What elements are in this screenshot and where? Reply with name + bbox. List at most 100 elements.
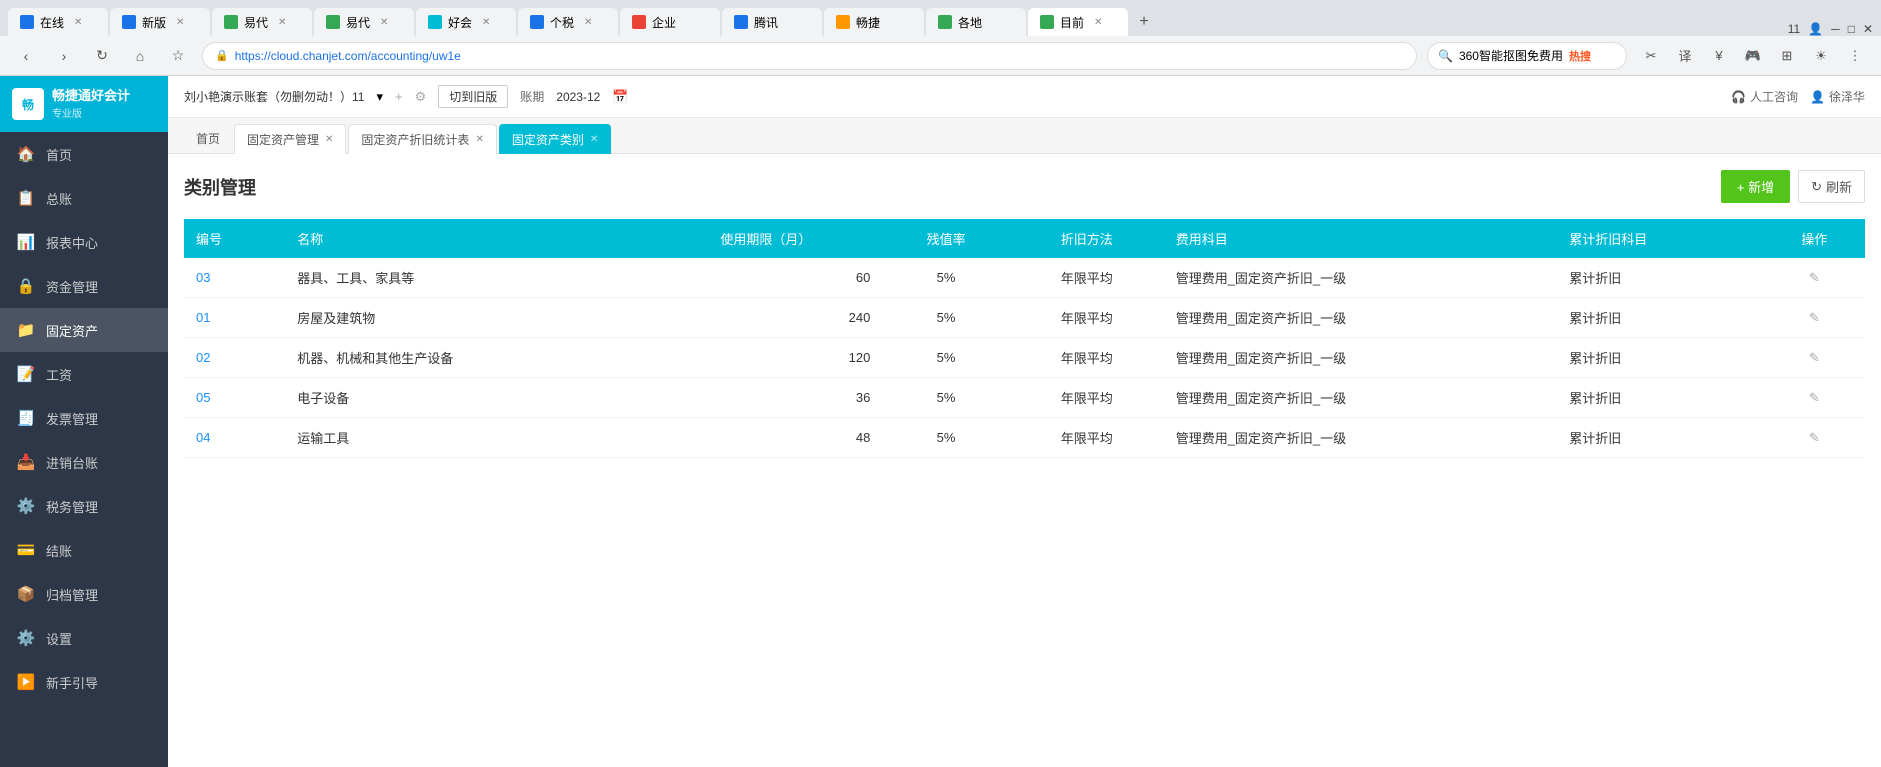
cell-code-4[interactable]: 04	[184, 418, 285, 458]
tab-close-3[interactable]: ✕	[278, 17, 286, 28]
new-tab-button[interactable]: +	[1130, 8, 1158, 36]
guide-icon: ▶️	[16, 672, 36, 692]
tab-fixed-category[interactable]: 固定资产类别 ✕	[499, 124, 611, 154]
cell-method-2: 年限平均	[1010, 338, 1164, 378]
sidebar-item-checkout[interactable]: 💳 结账	[0, 528, 168, 572]
sidebar-item-stock[interactable]: 📥 进销台账	[0, 440, 168, 484]
cell-accum-0: 累计折旧	[1557, 258, 1763, 298]
consult-button[interactable]: 🎧 人工咨询	[1731, 88, 1798, 105]
translate-icon[interactable]: 译	[1671, 42, 1699, 70]
profile-icon[interactable]: 👤	[1808, 22, 1823, 36]
scissors-icon[interactable]: ✂	[1637, 42, 1665, 70]
browser-tab-10[interactable]: 各地	[926, 8, 1026, 36]
sidebar-label-fund: 资金管理	[46, 277, 98, 296]
edit-icon-0[interactable]: ✎	[1809, 270, 1820, 285]
tab-close-5[interactable]: ✕	[482, 17, 490, 28]
reload-button[interactable]: ↻	[88, 42, 116, 70]
bookmark-button[interactable]: ☆	[164, 42, 192, 70]
tab-extra-controls: 11 👤 ─ □ ✕	[1788, 22, 1873, 36]
sidebar-item-fixed[interactable]: 📁 固定资产	[0, 308, 168, 352]
wallet-icon[interactable]: ¥	[1705, 42, 1733, 70]
cell-code-1[interactable]: 01	[184, 298, 285, 338]
refresh-label: 刷新	[1826, 177, 1852, 196]
cell-name-4: 运输工具	[285, 418, 649, 458]
main-content: 类别管理 + 新增 ↻ 刷新 编号 名称 使用期限（月） 残值率	[168, 154, 1881, 767]
tab-icon-4	[326, 15, 340, 29]
sidebar-item-home[interactable]: 🏠 首页	[0, 132, 168, 176]
cell-name-2: 机器、机械和其他生产设备	[285, 338, 649, 378]
switch-to-old-btn[interactable]: 切到旧版	[438, 85, 508, 108]
settings-gear-icon[interactable]: ⚙	[415, 89, 427, 105]
cell-action-4[interactable]: ✎	[1764, 418, 1865, 458]
user-profile-button[interactable]: 👤 徐泽华	[1810, 88, 1865, 105]
browser-tab-9[interactable]: 畅捷	[824, 8, 924, 36]
cell-code-0[interactable]: 03	[184, 258, 285, 298]
add-account-icon[interactable]: +	[395, 89, 403, 104]
sidebar-item-report[interactable]: 📊 报表中心	[0, 220, 168, 264]
cell-code-3[interactable]: 05	[184, 378, 285, 418]
browser-tab-1[interactable]: 在线 ✕	[8, 8, 108, 36]
browser-tab-7[interactable]: 企业	[620, 8, 720, 36]
tab-close-2[interactable]: ✕	[176, 17, 184, 28]
tab-close-fixed-category[interactable]: ✕	[590, 134, 598, 145]
tab-home[interactable]: 首页	[184, 124, 232, 154]
cell-action-0[interactable]: ✎	[1764, 258, 1865, 298]
game-icon[interactable]: 🎮	[1739, 42, 1767, 70]
browser-tab-11[interactable]: 目前 ✕	[1028, 8, 1128, 36]
sidebar-item-invoice[interactable]: 🧾 发票管理	[0, 396, 168, 440]
forward-button[interactable]: ›	[50, 42, 78, 70]
cell-action-2[interactable]: ✎	[1764, 338, 1865, 378]
cell-code-2[interactable]: 02	[184, 338, 285, 378]
browser-tab-4[interactable]: 易代 ✕	[314, 8, 414, 36]
settings-icon[interactable]: ⋮	[1841, 42, 1869, 70]
sidebar-logo: 畅	[12, 88, 44, 120]
header-dropdown-icon[interactable]: ▾	[376, 89, 383, 105]
browser-tab-2[interactable]: 新版 ✕	[110, 8, 210, 36]
browser-tab-5[interactable]: 好会 ✕	[416, 8, 516, 36]
edit-icon-3[interactable]: ✎	[1809, 390, 1820, 405]
calendar-icon[interactable]: 📅	[612, 89, 628, 105]
edit-icon-4[interactable]: ✎	[1809, 430, 1820, 445]
browser-tab-8[interactable]: 腾讯	[722, 8, 822, 36]
consult-label: 人工咨询	[1750, 88, 1798, 105]
home-button[interactable]: ⌂	[126, 42, 154, 70]
tab-icon-2	[122, 15, 136, 29]
period-label: 账期	[520, 88, 544, 105]
search-box[interactable]: 🔍 360智能抠图免费用 热搜	[1427, 42, 1627, 70]
tab-close-6[interactable]: ✕	[584, 17, 592, 28]
sidebar-item-guide[interactable]: ▶️ 新手引导	[0, 660, 168, 704]
close-window-icon[interactable]: ✕	[1863, 22, 1873, 36]
tab-close-1[interactable]: ✕	[74, 17, 82, 28]
url-input[interactable]: 🔒 https://cloud.chanjet.com/accounting/u…	[202, 42, 1417, 70]
edit-icon-2[interactable]: ✎	[1809, 350, 1820, 365]
minimize-icon[interactable]: ─	[1831, 22, 1840, 36]
refresh-button[interactable]: ↻ 刷新	[1798, 170, 1865, 203]
back-button[interactable]: ‹	[12, 42, 40, 70]
tab-label-8: 腾讯	[754, 14, 778, 31]
page-title-row: 类别管理 + 新增 ↻ 刷新	[184, 170, 1865, 203]
edit-icon-1[interactable]: ✎	[1809, 310, 1820, 325]
tab-close-11[interactable]: ✕	[1094, 17, 1102, 28]
maximize-icon[interactable]: □	[1848, 22, 1855, 36]
tab-close-fixed-depreciation[interactable]: ✕	[475, 134, 483, 145]
sidebar-item-salary[interactable]: 📝 工资	[0, 352, 168, 396]
cell-action-1[interactable]: ✎	[1764, 298, 1865, 338]
sidebar-item-archive[interactable]: 📦 归档管理	[0, 572, 168, 616]
tab-close-4[interactable]: ✕	[380, 17, 388, 28]
tab-fixed-depreciation[interactable]: 固定资产折旧统计表 ✕	[348, 124, 496, 154]
sidebar-item-ledger[interactable]: 📋 总账	[0, 176, 168, 220]
brightness-icon[interactable]: ☀	[1807, 42, 1835, 70]
sidebar-item-tax[interactable]: ⚙️ 税务管理	[0, 484, 168, 528]
browser-tab-3[interactable]: 易代 ✕	[212, 8, 312, 36]
add-button[interactable]: + 新增	[1721, 170, 1790, 203]
sidebar-label-archive: 归档管理	[46, 585, 98, 604]
tab-fixed-mgmt[interactable]: 固定资产管理 ✕	[234, 124, 346, 154]
grid-icon[interactable]: ⊞	[1773, 42, 1801, 70]
browser-tab-6[interactable]: 个税 ✕	[518, 8, 618, 36]
cell-action-3[interactable]: ✎	[1764, 378, 1865, 418]
sidebar-item-settings[interactable]: ⚙️ 设置	[0, 616, 168, 660]
tab-close-fixed-mgmt[interactable]: ✕	[325, 134, 333, 145]
tab-label-9: 畅捷	[856, 14, 880, 31]
sidebar-item-fund[interactable]: 🔒 资金管理	[0, 264, 168, 308]
sidebar-brand: 畅捷通好会计 专业版	[52, 88, 130, 120]
